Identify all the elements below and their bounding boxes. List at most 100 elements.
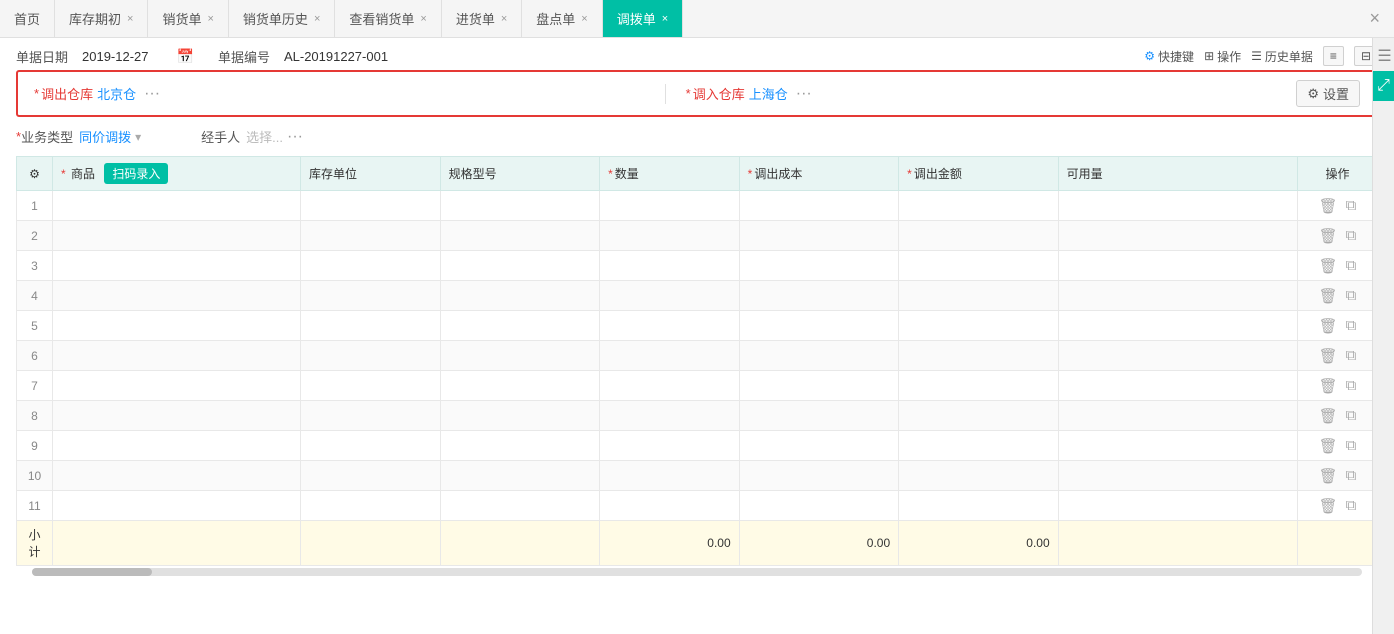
tab-sales[interactable]: 销货单 × — [148, 0, 228, 37]
tab-sales-history-close[interactable]: × — [314, 13, 320, 25]
row-amount[interactable] — [899, 431, 1059, 461]
row-cost[interactable] — [739, 191, 899, 221]
copy-icon[interactable]: ⧉ — [1346, 467, 1357, 484]
row-available[interactable] — [1058, 311, 1297, 341]
tab-inventory-close[interactable]: × — [581, 13, 587, 25]
in-warehouse-value[interactable]: 上海仓 — [749, 84, 788, 103]
row-product[interactable] — [53, 461, 301, 491]
tab-inventory-init-close[interactable]: × — [127, 13, 133, 25]
row-cost[interactable] — [739, 221, 899, 251]
delete-icon[interactable]: 🗑 — [1319, 377, 1338, 395]
row-unit[interactable] — [301, 191, 441, 221]
copy-icon[interactable]: ⧉ — [1346, 377, 1357, 394]
delete-icon[interactable]: 🗑 — [1319, 497, 1338, 515]
row-qty[interactable] — [600, 491, 740, 521]
row-qty[interactable] — [600, 311, 740, 341]
scroll-thumb[interactable] — [32, 568, 152, 576]
row-product[interactable] — [53, 371, 301, 401]
row-available[interactable] — [1058, 491, 1297, 521]
row-cost[interactable] — [739, 281, 899, 311]
business-type-value[interactable]: 同价调拨 — [79, 127, 131, 146]
delete-icon[interactable]: 🗑 — [1319, 257, 1338, 275]
row-amount[interactable] — [899, 281, 1059, 311]
copy-icon[interactable]: ⧉ — [1346, 287, 1357, 304]
row-cost[interactable] — [739, 401, 899, 431]
row-qty[interactable] — [600, 191, 740, 221]
row-product[interactable] — [53, 341, 301, 371]
sidebar-expand-icon[interactable]: ⤢ — [1373, 71, 1394, 101]
tab-transfer-close[interactable]: × — [662, 13, 668, 25]
row-qty[interactable] — [600, 281, 740, 311]
row-product[interactable] — [53, 221, 301, 251]
row-available[interactable] — [1058, 461, 1297, 491]
row-product[interactable] — [53, 401, 301, 431]
row-unit[interactable] — [301, 311, 441, 341]
horizontal-scrollbar[interactable] — [32, 568, 1362, 576]
shortcuts-btn[interactable]: ⚙ 快捷键 — [1144, 48, 1194, 65]
scan-btn[interactable]: 扫码录入 — [104, 163, 168, 184]
row-unit[interactable] — [301, 371, 441, 401]
row-spec[interactable] — [440, 371, 600, 401]
row-unit[interactable] — [301, 251, 441, 281]
handler-select[interactable]: 选择... — [246, 127, 283, 146]
copy-icon[interactable]: ⧉ — [1346, 437, 1357, 454]
row-spec[interactable] — [440, 341, 600, 371]
delete-icon[interactable]: 🗑 — [1319, 437, 1338, 455]
copy-icon[interactable]: ⧉ — [1346, 347, 1357, 364]
row-cost[interactable] — [739, 491, 899, 521]
row-cost[interactable] — [739, 311, 899, 341]
row-amount[interactable] — [899, 491, 1059, 521]
tab-transfer[interactable]: 调拨单 × — [603, 0, 683, 37]
row-spec[interactable] — [440, 221, 600, 251]
business-type-dropdown-icon[interactable]: ▾ — [135, 130, 141, 144]
row-available[interactable] — [1058, 401, 1297, 431]
row-amount[interactable] — [899, 251, 1059, 281]
row-available[interactable] — [1058, 281, 1297, 311]
tab-sales-history[interactable]: 销货单历史 × — [229, 0, 335, 37]
handler-more-btn[interactable]: ··· — [287, 128, 303, 146]
row-qty[interactable] — [600, 371, 740, 401]
row-available[interactable] — [1058, 251, 1297, 281]
table-settings-icon[interactable]: ⚙ — [29, 167, 40, 181]
tab-home[interactable]: 首页 — [0, 0, 55, 37]
copy-icon[interactable]: ⧉ — [1346, 497, 1357, 514]
delete-icon[interactable]: 🗑 — [1319, 317, 1338, 335]
row-unit[interactable] — [301, 221, 441, 251]
row-spec[interactable] — [440, 311, 600, 341]
row-available[interactable] — [1058, 341, 1297, 371]
tab-bar-close-btn[interactable]: × — [1355, 8, 1394, 29]
row-cost[interactable] — [739, 251, 899, 281]
row-amount[interactable] — [899, 401, 1059, 431]
row-available[interactable] — [1058, 221, 1297, 251]
copy-icon[interactable]: ⧉ — [1346, 227, 1357, 244]
row-product[interactable] — [53, 191, 301, 221]
row-amount[interactable] — [899, 311, 1059, 341]
tab-inventory[interactable]: 盘点单 × — [522, 0, 602, 37]
tab-sales-close[interactable]: × — [207, 13, 213, 25]
row-unit[interactable] — [301, 491, 441, 521]
row-amount[interactable] — [899, 191, 1059, 221]
row-spec[interactable] — [440, 191, 600, 221]
row-available[interactable] — [1058, 431, 1297, 461]
copy-icon[interactable]: ⧉ — [1346, 407, 1357, 424]
row-amount[interactable] — [899, 371, 1059, 401]
delete-icon[interactable]: 🗑 — [1319, 227, 1338, 245]
row-amount[interactable] — [899, 461, 1059, 491]
row-unit[interactable] — [301, 341, 441, 371]
row-unit[interactable] — [301, 461, 441, 491]
row-spec[interactable] — [440, 251, 600, 281]
sidebar-list-icon[interactable]: ☰ — [1374, 46, 1393, 65]
tab-view-sales-close[interactable]: × — [420, 13, 426, 25]
row-spec[interactable] — [440, 491, 600, 521]
copy-icon[interactable]: ⧉ — [1346, 257, 1357, 274]
delete-icon[interactable]: 🗑 — [1319, 347, 1338, 365]
delete-icon[interactable]: 🗑 — [1319, 407, 1338, 425]
row-available[interactable] — [1058, 191, 1297, 221]
tab-view-sales[interactable]: 查看销货单 × — [335, 0, 441, 37]
row-cost[interactable] — [739, 371, 899, 401]
delete-icon[interactable]: 🗑 — [1319, 287, 1338, 305]
row-amount[interactable] — [899, 221, 1059, 251]
copy-icon[interactable]: ⧉ — [1346, 197, 1357, 214]
delete-icon[interactable]: 🗑 — [1319, 467, 1338, 485]
row-unit[interactable] — [301, 431, 441, 461]
